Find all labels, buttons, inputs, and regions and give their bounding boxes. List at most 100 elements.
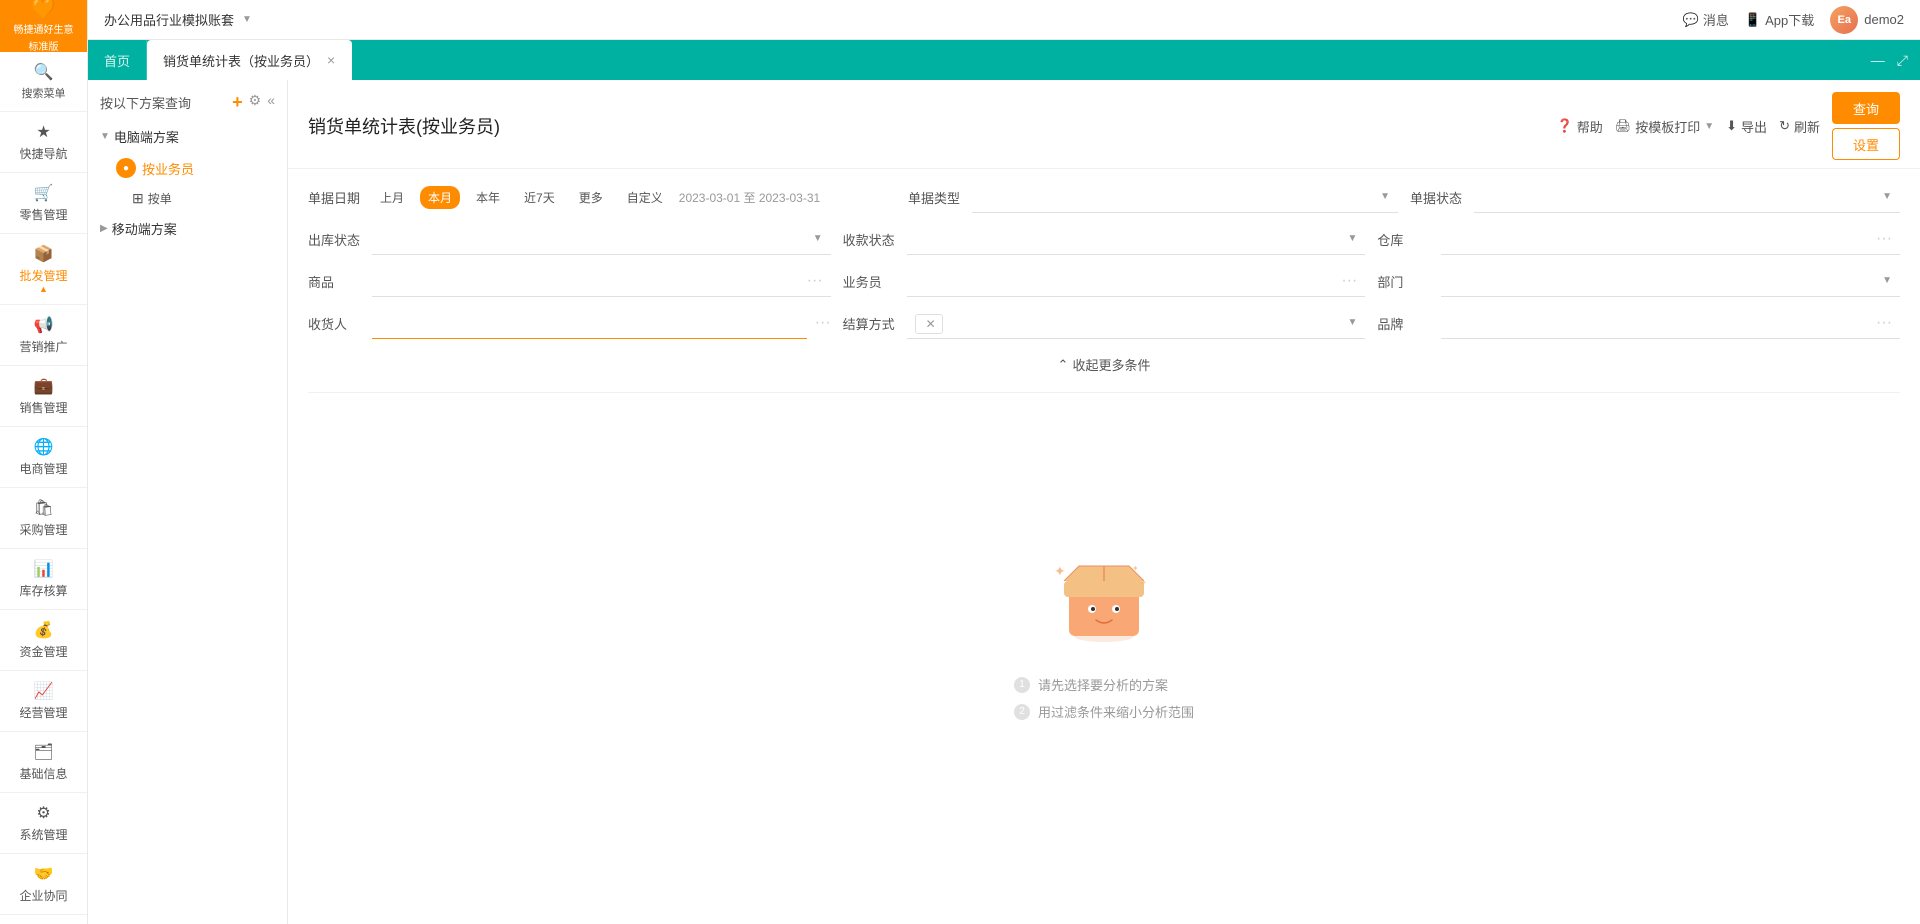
date-btn-this-year[interactable]: 本年	[468, 186, 508, 209]
sidebar-item-inventory[interactable]: 📊 库存核算	[0, 549, 88, 610]
out-status-label: 出库状态	[308, 230, 364, 249]
filter-salesman: 业务员 ···	[843, 265, 1366, 297]
refresh-button[interactable]: ↻ 刷新	[1779, 117, 1820, 136]
empty-state: ✦ ✦ ✦ 1 请先选择要分析的方案 2 用过滤条件来缩小分析范围	[288, 393, 1920, 924]
warehouse-dots[interactable]: ···	[1876, 230, 1892, 248]
product-select[interactable]: ···	[372, 265, 831, 297]
filter-product: 商品 ···	[308, 265, 831, 297]
sidebar-item-marketing[interactable]: 📢 营销推广	[0, 305, 88, 366]
page-title: 销货单统计表(按业务员)	[308, 113, 500, 139]
receiver-label: 收货人	[308, 314, 364, 333]
settlement-select[interactable]: ✕ ▼	[907, 307, 1366, 339]
date-btn-custom[interactable]: 自定义	[619, 186, 671, 209]
sidebar-item-sales[interactable]: 💼 销售管理	[0, 366, 88, 427]
filter-warehouse: 仓库 ···	[1377, 223, 1900, 255]
warehouse-label: 仓库	[1377, 230, 1433, 249]
sidebar-search[interactable]: 🔍 搜索菜单	[0, 52, 88, 112]
add-scheme-icon[interactable]: +	[232, 92, 243, 113]
sidebar-item-operations[interactable]: 📈 经营管理	[0, 671, 88, 732]
salesman-select[interactable]: ···	[907, 265, 1366, 297]
print-button[interactable]: 🖨 按模板打印 ▼	[1615, 117, 1714, 136]
sidebar-item-newbie[interactable]: 🎓 新手引导	[0, 915, 88, 924]
filter-date: 单据日期 上月 本月 本年 近7天 更多 自定义 2023-03-01 至 20…	[308, 186, 896, 209]
export-button[interactable]: ⬇ 导出	[1726, 117, 1767, 136]
pc-scheme-label: 电脑端方案	[114, 127, 179, 146]
sidebar-item-enterprise[interactable]: 🤝 企业协同	[0, 854, 88, 915]
tab-home[interactable]: 首页	[88, 40, 147, 80]
date-btn-last7[interactable]: 近7天	[516, 186, 563, 209]
sidebar-item-basic[interactable]: 🗂 基础信息	[0, 732, 88, 793]
collection-status-arrow: ▼	[1347, 233, 1357, 244]
scheme-dot-icon: ●	[116, 158, 136, 178]
mobile-scheme-group[interactable]: ▶ 移动端方案	[88, 213, 287, 244]
print-dropdown-arrow: ▼	[1704, 121, 1714, 132]
department-arrow: ▼	[1882, 275, 1892, 286]
filter-area: 单据日期 上月 本月 本年 近7天 更多 自定义 2023-03-01 至 20…	[288, 169, 1920, 392]
settings-button[interactable]: 设置	[1832, 128, 1900, 160]
message-button[interactable]: 💬 消息	[1683, 10, 1729, 29]
pc-scheme-group[interactable]: ▼ 电脑端方案	[88, 121, 287, 152]
sidebar-item-system[interactable]: ⚙ 系统管理	[0, 793, 88, 854]
filter-department: 部门 ▼	[1377, 265, 1900, 297]
sidebar-item-ecommerce[interactable]: 🌐 电商管理	[0, 427, 88, 488]
filter-doc-type: 单据类型 ▼	[908, 181, 1398, 213]
date-label: 单据日期	[308, 188, 364, 207]
header-company[interactable]: 办公用品行业模拟账套 ▼	[104, 10, 252, 29]
inventory-icon: 📊	[34, 559, 54, 579]
warehouse-select[interactable]: ···	[1441, 223, 1900, 255]
sidebar-item-wholesale[interactable]: 📦 批发管理 ▲	[0, 234, 88, 305]
svg-text:✦: ✦	[1132, 564, 1139, 573]
svg-text:✦: ✦	[1139, 578, 1147, 589]
user-name: demo2	[1864, 12, 1904, 27]
collapse-panel-icon[interactable]: «	[267, 92, 275, 113]
empty-hint-1: 1 请先选择要分析的方案	[1014, 675, 1194, 694]
ecommerce-icon: 🌐	[34, 437, 54, 457]
out-status-arrow: ▼	[813, 233, 823, 244]
marketing-icon: 📢	[34, 315, 54, 335]
product-label: 商品	[308, 272, 364, 291]
collection-status-select[interactable]: ▼	[907, 223, 1366, 255]
user-profile[interactable]: Ea demo2	[1830, 6, 1904, 34]
scheme-item-by-salesman[interactable]: ● 按业务员	[88, 152, 287, 184]
query-button[interactable]: 查询	[1832, 92, 1900, 124]
logo-icon: 🧡	[31, 0, 56, 19]
app-download-button[interactable]: 📱 App下载	[1745, 10, 1814, 29]
doc-type-select[interactable]: ▼	[972, 181, 1398, 213]
scheme-item-by-order[interactable]: ⊞ 按单	[88, 184, 287, 213]
content-area: 按以下方案查询 + ⚙ « ▼ 电脑端方案 ● 按业务员 ⊞ 按	[88, 80, 1920, 924]
receiver-input[interactable]	[372, 307, 807, 339]
collapse-button[interactable]: ⌃ 收起更多条件	[308, 349, 1900, 380]
left-panel: 按以下方案查询 + ⚙ « ▼ 电脑端方案 ● 按业务员 ⊞ 按	[88, 80, 288, 924]
out-status-select[interactable]: ▼	[372, 223, 831, 255]
right-panel: 销货单统计表(按业务员) ❓ 帮助 🖨 按模板打印 ▼ ⬇ 导出	[288, 80, 1920, 924]
app-logo[interactable]: 🧡 畅捷通好生意 标准版	[0, 0, 88, 52]
expand-tab-icon[interactable]: ⤢	[1897, 52, 1908, 69]
salesman-dots[interactable]: ···	[1341, 272, 1357, 290]
system-icon: ⚙	[36, 803, 50, 823]
sidebar-item-finance[interactable]: 💰 资金管理	[0, 610, 88, 671]
enterprise-icon: 🤝	[34, 864, 54, 884]
filter-row-3: 商品 ··· 业务员 ··· 部门	[308, 265, 1900, 297]
brand-dots[interactable]: ···	[1876, 314, 1892, 332]
date-btn-this-month[interactable]: 本月	[420, 186, 460, 209]
mobile-scheme-section: ▶ 移动端方案	[88, 213, 287, 244]
filter-brand: 品牌 ···	[1377, 307, 1900, 339]
filter-receiver: 收货人 ···	[308, 307, 831, 339]
receiver-dots[interactable]: ···	[815, 314, 831, 332]
product-dots[interactable]: ···	[807, 272, 823, 290]
date-btn-more[interactable]: 更多	[571, 186, 611, 209]
doc-status-select[interactable]: ▼	[1474, 181, 1900, 213]
help-button[interactable]: ❓ 帮助	[1557, 117, 1603, 136]
department-select[interactable]: ▼	[1441, 265, 1900, 297]
minimize-tab-icon[interactable]: —	[1871, 52, 1885, 68]
settlement-tag-close[interactable]: ✕	[926, 317, 936, 331]
tab-current[interactable]: 销货单统计表（按业务员） ×	[147, 40, 352, 80]
sidebar-item-retail[interactable]: 🛒 零售管理	[0, 173, 88, 234]
sidebar-item-purchase[interactable]: 🛍 采购管理	[0, 488, 88, 549]
date-btn-last-month[interactable]: 上月	[372, 186, 412, 209]
sidebar-shortcut[interactable]: ★ 快捷导航	[0, 112, 88, 173]
tab-close-icon[interactable]: ×	[327, 52, 335, 68]
purchase-icon: 🛍	[33, 498, 53, 518]
settings-scheme-icon[interactable]: ⚙	[249, 92, 262, 113]
brand-select[interactable]: ···	[1441, 307, 1900, 339]
